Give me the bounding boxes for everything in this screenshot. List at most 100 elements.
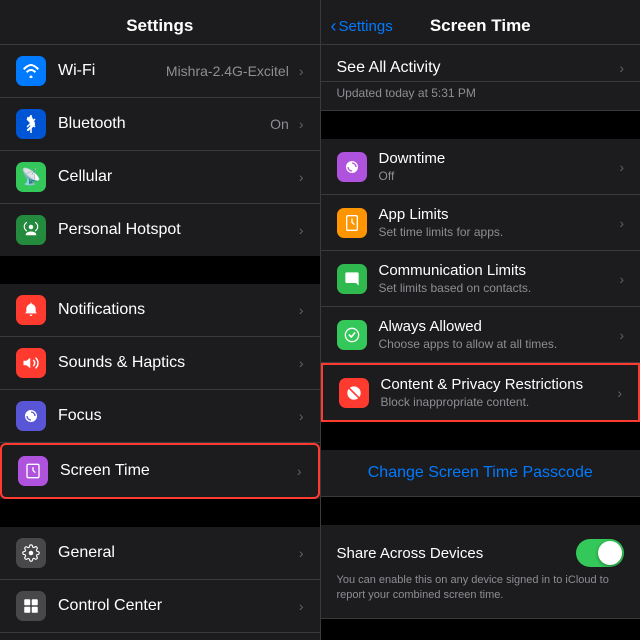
see-all-section: See All Activity › Updated today at 5:31… xyxy=(321,45,640,111)
screentime-item[interactable]: Screen Time › xyxy=(0,443,320,499)
controlcenter-chevron: › xyxy=(299,598,304,614)
downtime-subtitle: Off xyxy=(379,169,620,183)
see-all-label: See All Activity xyxy=(337,59,441,77)
downtime-text: Downtime Off xyxy=(379,150,620,183)
share-title: Share Across Devices xyxy=(337,545,484,562)
cellular-icon: 📡 xyxy=(16,162,46,192)
gap-2 xyxy=(321,422,640,450)
share-section: Share Across Devices You can enable this… xyxy=(321,525,640,619)
focus-chevron: › xyxy=(299,408,304,424)
screentime-chevron: › xyxy=(297,463,302,479)
notifications-label: Notifications xyxy=(58,301,145,319)
divider-2 xyxy=(0,499,320,527)
cellular-item[interactable]: 📡 Cellular › xyxy=(0,151,320,204)
back-button[interactable]: ‹ Settings xyxy=(331,16,393,37)
hotspot-chevron: › xyxy=(299,222,304,238)
contentprivacy-subtitle: Block inappropriate content. xyxy=(381,395,618,409)
hotspot-icon xyxy=(16,215,46,245)
focus-content: Focus › xyxy=(58,407,304,425)
sounds-icon xyxy=(16,348,46,378)
bluetooth-label: Bluetooth xyxy=(58,115,126,133)
change-passcode-label: Change Screen Time Passcode xyxy=(368,464,593,482)
wifi-icon xyxy=(16,56,46,86)
notifications-item[interactable]: Notifications › xyxy=(0,284,320,337)
alwaysallowed-title: Always Allowed xyxy=(379,318,620,335)
focus-item[interactable]: Focus › xyxy=(0,390,320,443)
downtime-title: Downtime xyxy=(379,150,620,167)
contentprivacy-chevron: › xyxy=(617,385,622,401)
alwaysallowed-item[interactable]: Always Allowed Choose apps to allow at a… xyxy=(321,307,640,363)
sounds-item[interactable]: Sounds & Haptics › xyxy=(0,337,320,390)
sounds-label: Sounds & Haptics xyxy=(58,354,185,372)
screentime-options-section: Downtime Off › App Limits Set time limit… xyxy=(321,139,640,422)
divider-1 xyxy=(0,256,320,284)
bluetooth-value: On xyxy=(270,116,289,132)
share-toggle[interactable] xyxy=(576,539,624,567)
controlcenter-label: Control Center xyxy=(58,597,162,615)
communication-text: Communication Limits Set limits based on… xyxy=(379,262,620,295)
see-all-activity[interactable]: See All Activity › xyxy=(321,45,640,82)
cellular-label: Cellular xyxy=(58,168,112,186)
contentprivacy-icon xyxy=(339,378,369,408)
bluetooth-icon xyxy=(16,109,46,139)
wifi-value: Mishra-2.4G-Excitel xyxy=(166,63,289,79)
alwaysallowed-subtitle: Choose apps to allow at all times. xyxy=(379,337,620,351)
communication-icon xyxy=(337,264,367,294)
left-title: Settings xyxy=(126,16,193,35)
updated-text: Updated today at 5:31 PM xyxy=(321,82,640,110)
controlcenter-icon xyxy=(16,591,46,621)
back-label: Settings xyxy=(339,18,393,35)
notifications-content: Notifications › xyxy=(58,301,304,319)
screentime-label: Screen Time xyxy=(60,462,150,480)
downtime-chevron: › xyxy=(619,159,624,175)
hotspot-item[interactable]: Personal Hotspot › xyxy=(0,204,320,256)
controlcenter-content: Control Center › xyxy=(58,597,304,615)
see-all-chevron: › xyxy=(619,60,624,76)
display-item[interactable]: Display & Brightness › xyxy=(0,633,320,640)
focus-icon xyxy=(16,401,46,431)
screentime-content: Screen Time › xyxy=(60,462,302,480)
wifi-item[interactable]: Wi-Fi Mishra-2.4G-Excitel › xyxy=(0,45,320,98)
wifi-label: Wi-Fi xyxy=(58,62,95,80)
general-icon xyxy=(16,538,46,568)
wifi-content: Wi-Fi Mishra-2.4G-Excitel › xyxy=(58,62,304,80)
screentime-icon xyxy=(18,456,48,486)
right-title: Screen Time xyxy=(430,16,531,36)
right-panel: ‹ Settings Screen Time See All Activity … xyxy=(321,0,640,640)
downtime-item[interactable]: Downtime Off › xyxy=(321,139,640,195)
downtime-icon xyxy=(337,152,367,182)
change-passcode-button[interactable]: Change Screen Time Passcode xyxy=(321,450,640,497)
right-header: ‹ Settings Screen Time xyxy=(321,0,640,45)
bluetooth-chevron: › xyxy=(299,116,304,132)
contentprivacy-item[interactable]: Content & Privacy Restrictions Block ina… xyxy=(321,363,640,422)
contentprivacy-text: Content & Privacy Restrictions Block ina… xyxy=(381,376,618,409)
communication-subtitle: Set limits based on contacts. xyxy=(379,281,620,295)
applimits-chevron: › xyxy=(619,215,624,231)
left-panel: Settings Wi-Fi Mishra-2.4G-Excitel › xyxy=(0,0,320,640)
communication-title: Communication Limits xyxy=(379,262,620,279)
right-content: See All Activity › Updated today at 5:31… xyxy=(321,45,640,640)
general-label: General xyxy=(58,544,115,562)
gap-3 xyxy=(321,497,640,525)
notifications-chevron: › xyxy=(299,302,304,318)
toggle-knob xyxy=(598,541,622,565)
controlcenter-item[interactable]: Control Center › xyxy=(0,580,320,633)
notifications-section: Notifications › Sounds & Haptics › xyxy=(0,284,320,499)
general-content: General › xyxy=(58,544,304,562)
general-item[interactable]: General › xyxy=(0,527,320,580)
general-section: General › Control Center › xyxy=(0,527,320,640)
applimits-item[interactable]: App Limits Set time limits for apps. › xyxy=(321,195,640,251)
network-section: Wi-Fi Mishra-2.4G-Excitel › xyxy=(0,45,320,256)
communication-chevron: › xyxy=(619,271,624,287)
alwaysallowed-text: Always Allowed Choose apps to allow at a… xyxy=(379,318,620,351)
sounds-content: Sounds & Haptics › xyxy=(58,354,304,372)
focus-label: Focus xyxy=(58,407,102,425)
bluetooth-content: Bluetooth On › xyxy=(58,115,304,133)
share-row: Share Across Devices xyxy=(337,539,625,567)
share-desc: You can enable this on any device signed… xyxy=(337,573,625,604)
bluetooth-item[interactable]: Bluetooth On › xyxy=(0,98,320,151)
communication-item[interactable]: Communication Limits Set limits based on… xyxy=(321,251,640,307)
applimits-text: App Limits Set time limits for apps. xyxy=(379,206,620,239)
gap-1 xyxy=(321,111,640,139)
general-chevron: › xyxy=(299,545,304,561)
